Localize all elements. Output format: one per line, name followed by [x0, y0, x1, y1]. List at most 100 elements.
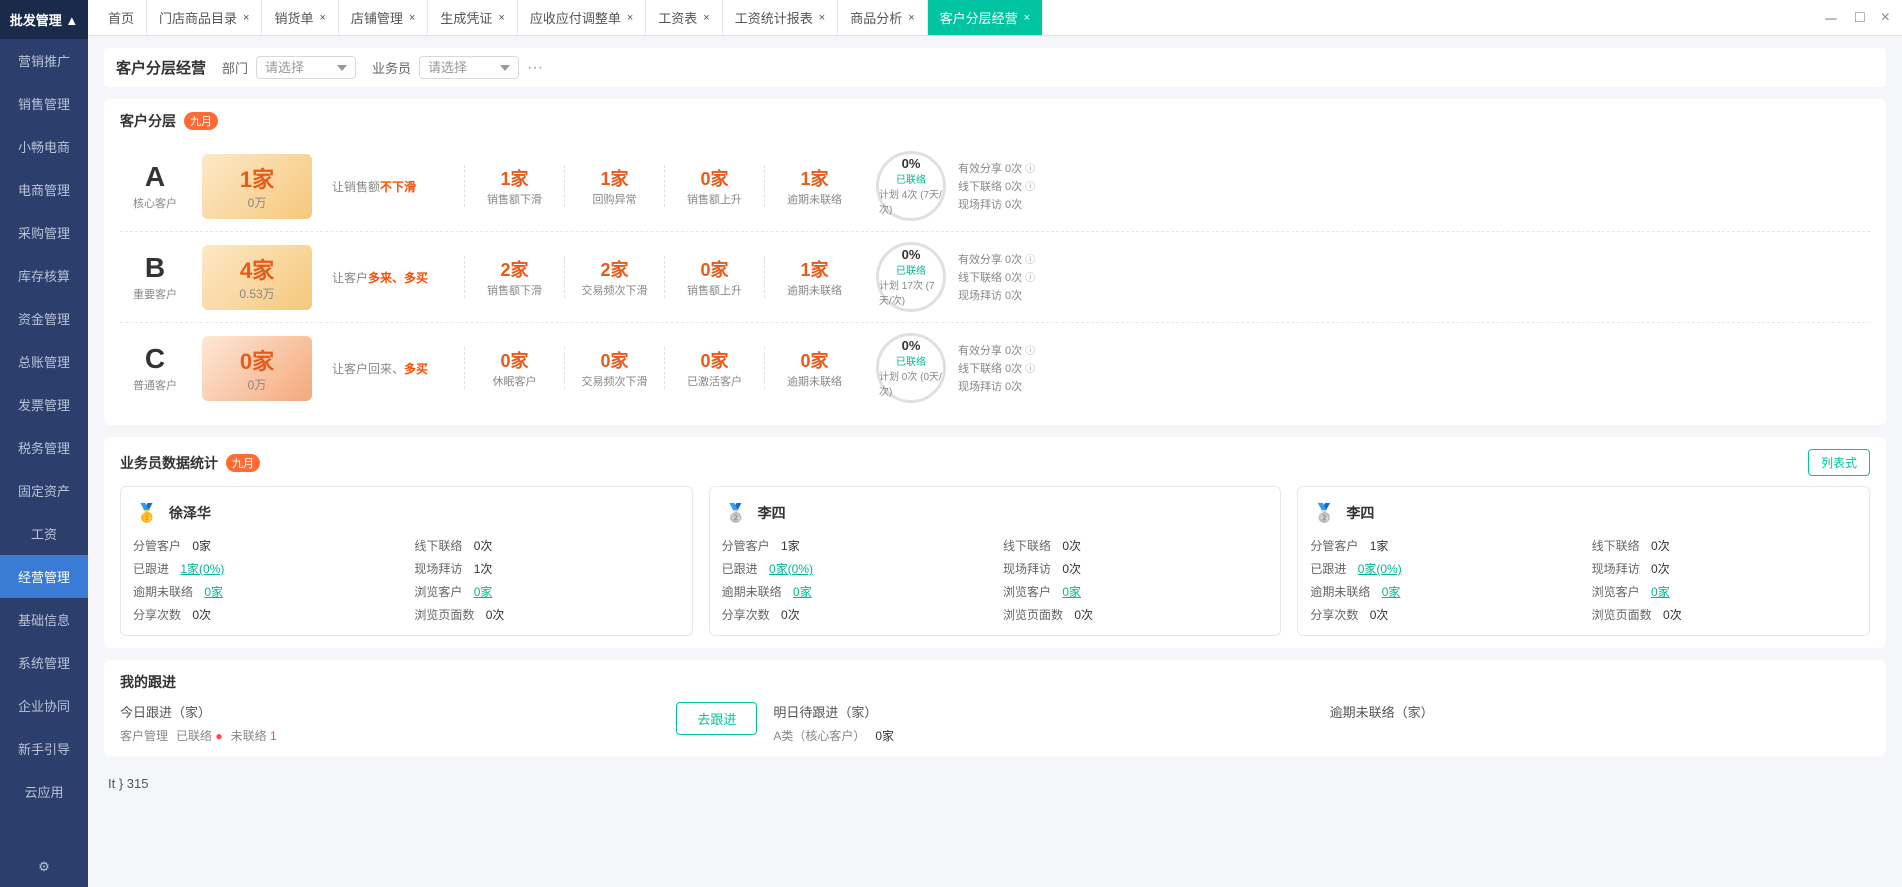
close-icon[interactable]: ×: [908, 12, 914, 24]
close-icon[interactable]: ×: [498, 12, 504, 24]
sidebar-item-采购管理[interactable]: 采购管理: [0, 211, 88, 254]
tier-metric-b-1[interactable]: 2家 交易频次下滑: [564, 256, 664, 298]
go-followup-button[interactable]: 去跟进: [676, 702, 757, 735]
main-area: 首页 门店商品目录× 销货单× 店铺管理× 生成凭证× 应收应付调整单× 工资表…: [88, 0, 1902, 887]
staff-metrics-1: 分管客户 1家 线下联络 0次 已跟进 0家(0%) 现场拜访 0次 逾期未联络…: [722, 537, 1269, 623]
tier-metric-a-3[interactable]: 1家 逾期未联络: [764, 165, 864, 207]
tier-label-c: C 普通客户: [120, 343, 190, 393]
customer-tiers-header: 客户分层 九月: [120, 111, 1870, 131]
tier-circle-a: 0% 已联络 计划 4次 (7天/次): [876, 151, 946, 221]
staff-metric-row: 现场拜访 0次: [1592, 560, 1857, 577]
sidebar-item-经营管理[interactable]: 经营管理: [0, 555, 88, 598]
staff-metric-row: 分享次数 0次: [722, 606, 987, 623]
tab-门店商品目录[interactable]: 门店商品目录×: [147, 0, 262, 35]
sidebar-item-工资[interactable]: 工资: [0, 512, 88, 555]
tier-metric-c-3[interactable]: 0家 逾期未联络: [764, 347, 864, 389]
tier-metric-a-0[interactable]: 1家 销售额下滑: [464, 165, 564, 207]
sidebar-item-系统管理[interactable]: 系统管理: [0, 641, 88, 684]
tab-客户分层经营[interactable]: 客户分层经营×: [928, 0, 1043, 35]
sidebar-item-电商管理[interactable]: 电商管理: [0, 168, 88, 211]
staff-metric-row: 分享次数 0次: [133, 606, 398, 623]
sidebar-item-税务管理[interactable]: 税务管理: [0, 426, 88, 469]
tab-close-button[interactable]: ×: [1877, 9, 1894, 27]
list-view-button[interactable]: 列表式: [1808, 449, 1870, 476]
tier-stats-a[interactable]: 1家 0万: [202, 154, 312, 219]
dept-select[interactable]: 请选择: [256, 56, 356, 79]
sidebar-item-新手引导[interactable]: 新手引导: [0, 727, 88, 770]
sidebar-item-企业协同[interactable]: 企业协同: [0, 684, 88, 727]
sidebar-item-营销推广[interactable]: 营销推广: [0, 39, 88, 82]
close-icon[interactable]: ×: [819, 12, 825, 24]
staff-metric-row: 浏览客户 0家: [414, 583, 679, 600]
sidebar-item-资金管理[interactable]: 资金管理: [0, 297, 88, 340]
tier-metric-a-1[interactable]: 1家 回购异常: [564, 165, 664, 207]
staff-metrics-0: 分管客户 0家 线下联络 0次 已跟进 1家(0%) 现场拜访 1次 逾期未联络…: [133, 537, 680, 623]
tab-restore-button[interactable]: □: [1851, 9, 1869, 27]
tier-row-c: C 普通客户 0家 0万 让客户回来、多买 0家 休眠客户 0家 交易频次下滑: [120, 323, 1870, 413]
followup-today: 今日跟进（家） 客户管理 已联络 ● 未联络 1: [120, 702, 660, 744]
close-icon[interactable]: ×: [243, 12, 249, 24]
followup-tomorrow-label: 明日待跟进（家）: [773, 702, 1313, 721]
sidebar-item-基础信息[interactable]: 基础信息: [0, 598, 88, 641]
page-header: 客户分层经营 部门 请选择 业务员 请选择 ···: [104, 48, 1886, 87]
tier-row-a: A 核心客户 1家 0万 让销售额不下滑 1家 销售额下滑 1家 回购异常 0家: [120, 141, 1870, 232]
staff-metric-row: 逾期未联络 0家: [722, 583, 987, 600]
sidebar-item-发票管理[interactable]: 发票管理: [0, 383, 88, 426]
sidebar-item-云应用[interactable]: 云应用: [0, 770, 88, 813]
staff-stats-section: 业务员数据统计 九月 列表式 🥇 徐泽华 分管客户 0家 线下联络 0次 已跟进…: [104, 437, 1886, 648]
tab-actions: － □ ×: [1819, 6, 1894, 30]
tier-metric-a-2[interactable]: 0家 销售额上升: [664, 165, 764, 207]
staff-metric-row: 浏览客户 0家: [1003, 583, 1268, 600]
sidebar-item-总账管理[interactable]: 总账管理: [0, 340, 88, 383]
staff-select[interactable]: 请选择: [419, 56, 519, 79]
staff-metric-row: 已跟进 0家(0%): [722, 560, 987, 577]
tier-suggest-a: 让销售额不下滑: [324, 178, 464, 195]
tier-metric-b-2[interactable]: 0家 销售额上升: [664, 256, 764, 298]
staff-name-0: 徐泽华: [169, 503, 211, 523]
staff-metric-row: 逾期未联络 0家: [1310, 583, 1575, 600]
staff-metric-row: 浏览页面数 0次: [414, 606, 679, 623]
more-filter-button[interactable]: ···: [527, 59, 543, 77]
staff-name-2: 李四: [1346, 503, 1374, 523]
tab-首页[interactable]: 首页: [96, 0, 147, 35]
close-icon[interactable]: ×: [1024, 12, 1030, 24]
tab-生成凭证[interactable]: 生成凭证×: [428, 0, 517, 35]
sidebar-item-固定资产[interactable]: 固定资产: [0, 469, 88, 512]
tier-metric-c-0[interactable]: 0家 休眠客户: [464, 347, 564, 389]
staff-stats-header: 业务员数据统计 九月 列表式: [120, 449, 1870, 476]
sidebar-item-销售管理[interactable]: 销售管理: [0, 82, 88, 125]
dept-filter: 部门 请选择: [222, 56, 356, 79]
staff-metric-row: 浏览页面数 0次: [1592, 606, 1857, 623]
close-icon[interactable]: ×: [627, 12, 633, 24]
sidebar-item-库存核算[interactable]: 库存核算: [0, 254, 88, 297]
tab-minimize-button[interactable]: －: [1819, 6, 1843, 30]
sidebar-item-小畅电商[interactable]: 小畅电商: [0, 125, 88, 168]
staff-card-2: 🥈 李四 分管客户 1家 线下联络 0次 已跟进 0家(0%) 现场拜访 0次 …: [1297, 486, 1870, 636]
staff-card-1: 🥈 李四 分管客户 1家 线下联络 0次 已跟进 0家(0%) 现场拜访 0次 …: [709, 486, 1282, 636]
staff-grid: 🥇 徐泽华 分管客户 0家 线下联络 0次 已跟进 1家(0%) 现场拜访 1次…: [120, 486, 1870, 636]
sidebar-top[interactable]: 批发管理 ▲: [0, 0, 88, 39]
close-icon[interactable]: ×: [409, 12, 415, 24]
tab-销货单[interactable]: 销货单×: [262, 0, 338, 35]
staff-metric-row: 已跟进 1家(0%): [133, 560, 398, 577]
dept-label: 部门: [222, 58, 248, 77]
tier-stats-c[interactable]: 0家 0万: [202, 336, 312, 401]
tier-metric-c-2[interactable]: 0家 已激活客户: [664, 347, 764, 389]
tab-工资统计报表[interactable]: 工资统计报表×: [723, 0, 838, 35]
close-icon[interactable]: ×: [319, 12, 325, 24]
tier-metric-b-3[interactable]: 1家 逾期未联络: [764, 256, 864, 298]
content-area: 客户分层经营 部门 请选择 业务员 请选择 ··· 客户分层 九月: [88, 36, 1902, 887]
tier-stats-b[interactable]: 4家 0.53万: [202, 245, 312, 310]
tier-metric-c-1[interactable]: 0家 交易频次下滑: [564, 347, 664, 389]
settings-button[interactable]: ⚙: [0, 847, 88, 887]
tier-right-stats-c: 有效分享 0次 ⓘ 线下联络 0次 ⓘ 现场拜访 0次: [958, 342, 1078, 394]
tab-店铺管理[interactable]: 店铺管理×: [339, 0, 428, 35]
staff-metric-row: 已跟进 0家(0%): [1310, 560, 1575, 577]
tab-商品分析[interactable]: 商品分析×: [838, 0, 927, 35]
tab-应收应付调整单[interactable]: 应收应付调整单×: [518, 0, 646, 35]
staff-metric-row: 线下联络 0次: [414, 537, 679, 554]
staff-stats-title: 业务员数据统计: [120, 453, 218, 473]
close-icon[interactable]: ×: [703, 12, 709, 24]
tab-工资表[interactable]: 工资表×: [646, 0, 722, 35]
tier-metric-b-0[interactable]: 2家 销售额下滑: [464, 256, 564, 298]
